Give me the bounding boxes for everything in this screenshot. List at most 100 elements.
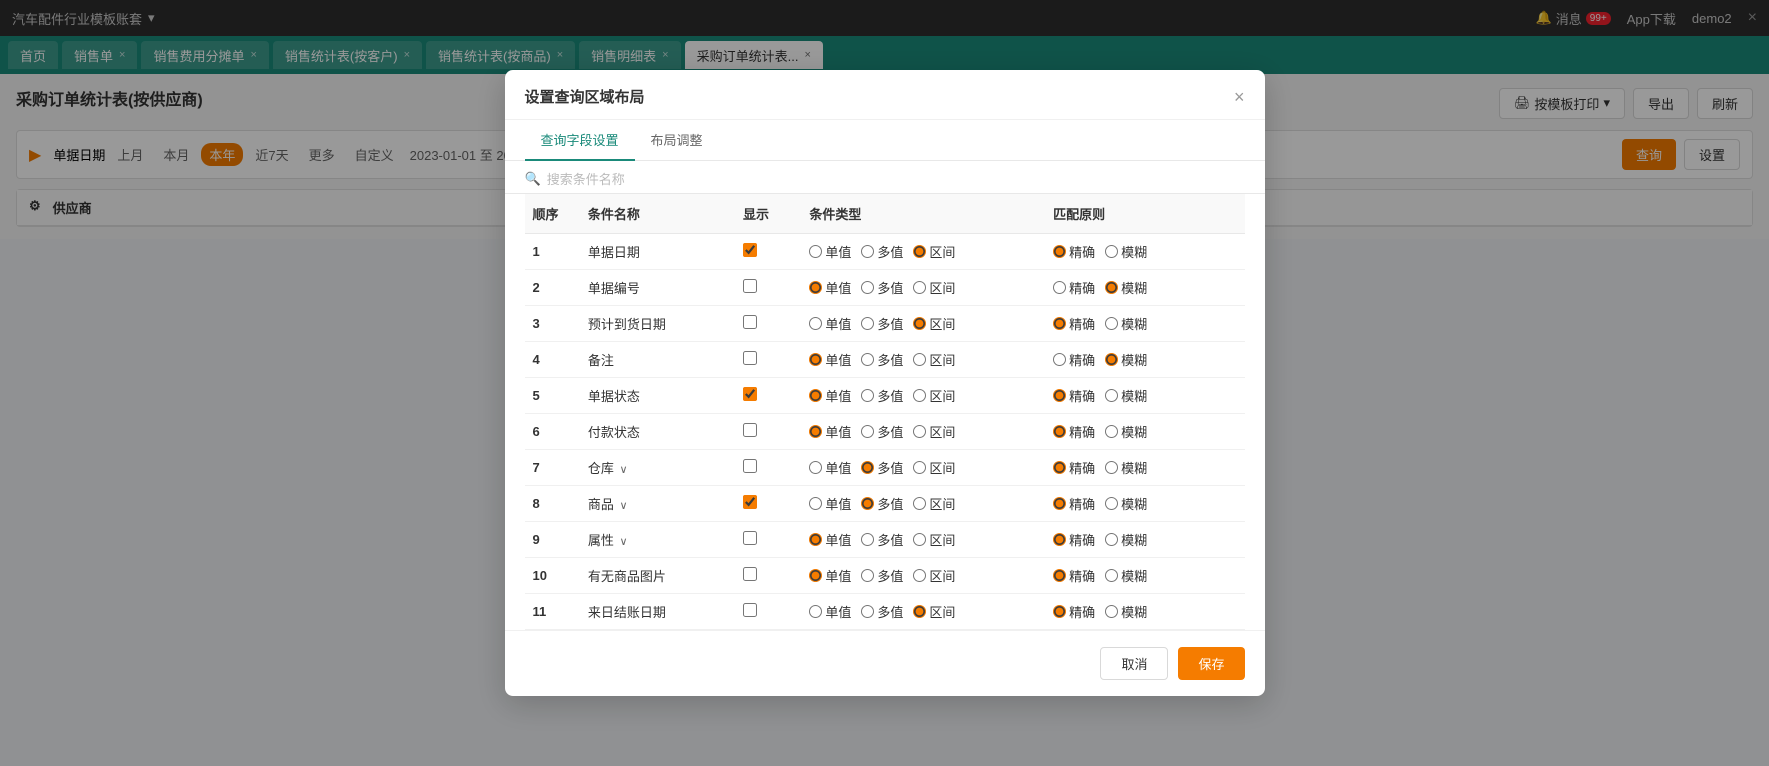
type-option[interactable]: 区间: [913, 530, 955, 549]
dialog-search-area: 🔍: [505, 161, 1265, 194]
table-row: 7仓库 ∨单值多值区间精确模糊: [525, 450, 1245, 486]
row-show: [735, 594, 801, 630]
type-option[interactable]: 多值: [861, 278, 903, 297]
dialog-footer: 取消 保存: [505, 630, 1265, 696]
table-row: 9属性 ∨单值多值区间精确模糊: [525, 522, 1245, 558]
show-checkbox[interactable]: [743, 351, 757, 365]
type-option[interactable]: 单值: [809, 314, 851, 333]
match-option[interactable]: 模糊: [1105, 242, 1147, 261]
type-option[interactable]: 单值: [809, 494, 851, 513]
expand-icon[interactable]: ∨: [620, 464, 628, 476]
type-option[interactable]: 区间: [913, 278, 955, 297]
type-option[interactable]: 多值: [861, 422, 903, 441]
row-type: 单值多值区间: [801, 342, 1045, 378]
type-option[interactable]: 多值: [861, 602, 903, 621]
row-order: 7: [525, 450, 580, 486]
type-option[interactable]: 单值: [809, 458, 851, 477]
row-match: 精确模糊: [1045, 270, 1244, 306]
type-option[interactable]: 单值: [809, 602, 851, 621]
type-option[interactable]: 多值: [861, 242, 903, 261]
table-row: 5单据状态单值多值区间精确模糊: [525, 378, 1245, 414]
type-option[interactable]: 区间: [913, 350, 955, 369]
match-option[interactable]: 模糊: [1105, 314, 1147, 333]
type-option[interactable]: 区间: [913, 422, 955, 441]
show-checkbox[interactable]: [743, 279, 757, 293]
type-option[interactable]: 多值: [861, 458, 903, 477]
table-row: 10有无商品图片单值多值区间精确模糊: [525, 558, 1245, 594]
show-checkbox[interactable]: [743, 495, 757, 509]
col-header-match: 匹配原则: [1045, 194, 1244, 234]
dialog-tab-layout[interactable]: 布局调整: [635, 120, 719, 161]
save-button[interactable]: 保存: [1178, 647, 1244, 680]
row-show: [735, 450, 801, 486]
row-type: 单值多值区间: [801, 594, 1045, 630]
table-row: 4备注单值多值区间精确模糊: [525, 342, 1245, 378]
type-option[interactable]: 区间: [913, 458, 955, 477]
match-option[interactable]: 精确: [1053, 458, 1095, 477]
table-row: 3预计到货日期单值多值区间精确模糊: [525, 306, 1245, 342]
match-option[interactable]: 精确: [1053, 350, 1095, 369]
match-option[interactable]: 模糊: [1105, 602, 1147, 621]
type-option[interactable]: 区间: [913, 494, 955, 513]
match-option[interactable]: 精确: [1053, 422, 1095, 441]
row-order: 10: [525, 558, 580, 594]
show-checkbox[interactable]: [743, 531, 757, 545]
row-name: 预计到货日期: [580, 306, 735, 342]
match-option[interactable]: 模糊: [1105, 566, 1147, 585]
match-option[interactable]: 精确: [1053, 242, 1095, 261]
show-checkbox[interactable]: [743, 315, 757, 329]
row-show: [735, 522, 801, 558]
type-option[interactable]: 单值: [809, 422, 851, 441]
type-option[interactable]: 区间: [913, 242, 955, 261]
type-option[interactable]: 多值: [861, 386, 903, 405]
row-match: 精确模糊: [1045, 486, 1244, 522]
row-order: 11: [525, 594, 580, 630]
type-option[interactable]: 单值: [809, 386, 851, 405]
match-option[interactable]: 模糊: [1105, 386, 1147, 405]
match-option[interactable]: 精确: [1053, 602, 1095, 621]
match-option[interactable]: 模糊: [1105, 422, 1147, 441]
type-option[interactable]: 多值: [861, 530, 903, 549]
match-option[interactable]: 精确: [1053, 278, 1095, 297]
expand-icon[interactable]: ∨: [620, 500, 628, 512]
show-checkbox[interactable]: [743, 603, 757, 617]
type-option[interactable]: 单值: [809, 566, 851, 585]
show-checkbox[interactable]: [743, 567, 757, 581]
type-option[interactable]: 多值: [861, 350, 903, 369]
row-match: 精确模糊: [1045, 306, 1244, 342]
show-checkbox[interactable]: [743, 243, 757, 257]
type-option[interactable]: 区间: [913, 602, 955, 621]
dialog-tab-fields[interactable]: 查询字段设置: [525, 120, 635, 161]
match-option[interactable]: 模糊: [1105, 530, 1147, 549]
type-option[interactable]: 区间: [913, 314, 955, 333]
type-option[interactable]: 单值: [809, 278, 851, 297]
dialog-close-button[interactable]: ×: [1234, 88, 1245, 106]
match-option[interactable]: 模糊: [1105, 458, 1147, 477]
type-option[interactable]: 多值: [861, 566, 903, 585]
type-option[interactable]: 单值: [809, 350, 851, 369]
match-option[interactable]: 模糊: [1105, 350, 1147, 369]
match-option[interactable]: 模糊: [1105, 494, 1147, 513]
show-checkbox[interactable]: [743, 423, 757, 437]
match-option[interactable]: 精确: [1053, 566, 1095, 585]
type-option[interactable]: 区间: [913, 566, 955, 585]
col-header-show: 显示: [735, 194, 801, 234]
type-option[interactable]: 单值: [809, 530, 851, 549]
type-option[interactable]: 多值: [861, 494, 903, 513]
table-row: 6付款状态单值多值区间精确模糊: [525, 414, 1245, 450]
type-option[interactable]: 单值: [809, 242, 851, 261]
expand-icon[interactable]: ∨: [620, 536, 628, 548]
cancel-button[interactable]: 取消: [1100, 647, 1168, 680]
match-option[interactable]: 精确: [1053, 386, 1095, 405]
type-option[interactable]: 区间: [913, 386, 955, 405]
row-show: [735, 234, 801, 270]
match-option[interactable]: 精确: [1053, 494, 1095, 513]
match-option[interactable]: 精确: [1053, 530, 1095, 549]
match-option[interactable]: 模糊: [1105, 278, 1147, 297]
search-input[interactable]: [547, 172, 747, 187]
show-checkbox[interactable]: [743, 459, 757, 473]
match-option[interactable]: 精确: [1053, 314, 1095, 333]
row-name: 单据编号: [580, 270, 735, 306]
type-option[interactable]: 多值: [861, 314, 903, 333]
show-checkbox[interactable]: [743, 387, 757, 401]
